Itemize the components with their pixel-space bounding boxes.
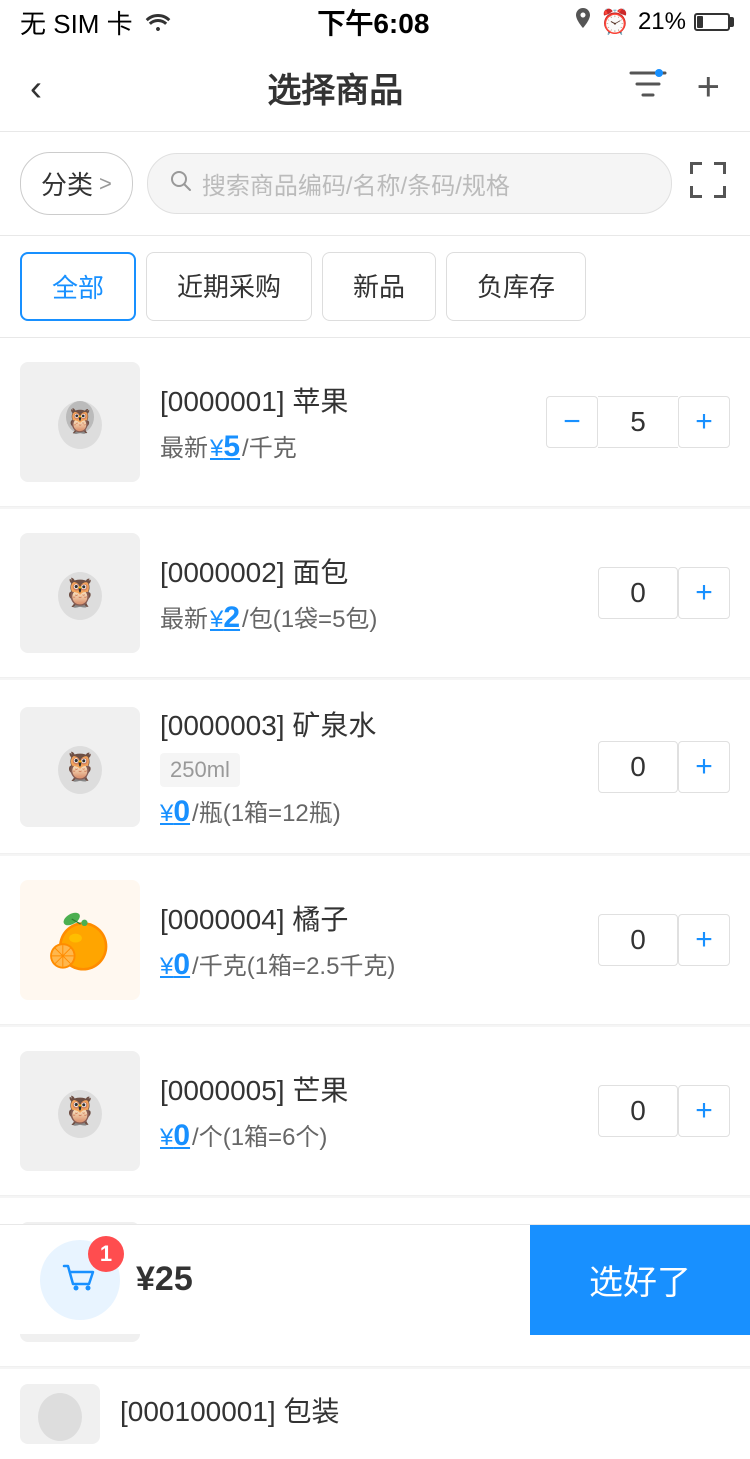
price-label: 最新: [160, 428, 208, 463]
qty-input[interactable]: [598, 914, 678, 966]
price-unit: /千克(1箱=2.5千克): [192, 946, 395, 981]
page-title: 选择商品: [267, 63, 403, 112]
product-info: [0000002] 面包 最新 ¥2 /包(1袋=5包): [160, 551, 578, 635]
category-arrow: >: [99, 171, 112, 197]
product-name: [0000002] 面包: [160, 551, 578, 591]
product-item-partial: [000100001] 包装: [0, 1369, 750, 1459]
cart-area: 1 ¥25: [0, 1240, 530, 1320]
category-button[interactable]: 分类 >: [20, 152, 133, 215]
battery-icon: [694, 13, 730, 31]
product-price: ¥0 /个(1箱=6个): [160, 1117, 578, 1153]
product-image: 🦉: [20, 362, 140, 482]
nav-bar: ‹ 选择商品 +: [0, 44, 750, 132]
product-item: 🦉 [0000002] 面包 最新 ¥2 /包(1袋=5包) +: [0, 509, 750, 678]
product-image: 🦉: [20, 707, 140, 827]
product-image: [20, 880, 140, 1000]
product-item: 🦉 [0000001] 苹果 最新 ¥5 /千克 − +: [0, 338, 750, 507]
filter-bar: 分类 > 搜索商品编码/名称/条码/规格: [0, 132, 750, 236]
product-price: ¥0 /瓶(1箱=12瓶): [160, 793, 578, 829]
product-info: [0000003] 矿泉水 250ml ¥0 /瓶(1箱=12瓶): [160, 704, 578, 829]
qty-control: +: [598, 741, 730, 793]
price-unit: /瓶(1箱=12瓶): [192, 793, 341, 828]
qty-input[interactable]: [598, 567, 678, 619]
status-time: 下午6:08: [317, 2, 429, 42]
product-price: ¥0 /千克(1箱=2.5千克): [160, 946, 578, 982]
product-name: [000100001] 包装: [120, 1390, 730, 1430]
product-item: 🦉 [0000003] 矿泉水 250ml ¥0 /瓶(1箱=12瓶) +: [0, 680, 750, 854]
product-image: 🦉: [20, 533, 140, 653]
back-button[interactable]: ‹: [30, 67, 42, 109]
price-unit: /包(1袋=5包): [242, 599, 377, 634]
svg-text:🦉: 🦉: [63, 751, 98, 783]
product-price: 最新 ¥2 /包(1袋=5包): [160, 599, 578, 635]
qty-control: − +: [546, 396, 730, 448]
qty-plus-button[interactable]: +: [678, 1085, 730, 1137]
product-info: [0000001] 苹果 最新 ¥5 /千克: [160, 380, 526, 464]
status-left: 无 SIM 卡: [20, 4, 173, 41]
cart-icon[interactable]: 1: [40, 1240, 120, 1320]
product-info: [0000004] 橘子 ¥0 /千克(1箱=2.5千克): [160, 898, 578, 982]
status-right: ⏰ 21%: [574, 8, 730, 37]
product-image: 🦉: [20, 1051, 140, 1171]
search-box[interactable]: 搜索商品编码/名称/条码/规格: [147, 153, 672, 214]
alarm-icon: ⏰: [600, 8, 630, 37]
product-info: [0000005] 芒果 ¥0 /个(1箱=6个): [160, 1069, 578, 1153]
product-image: [20, 1384, 100, 1444]
filter-icon[interactable]: [629, 67, 667, 108]
confirm-button[interactable]: 选好了: [530, 1225, 750, 1335]
product-price: 最新 ¥5 /千克: [160, 428, 526, 464]
qty-plus-button[interactable]: +: [678, 567, 730, 619]
nav-actions: +: [629, 65, 720, 110]
qty-input[interactable]: [598, 396, 678, 448]
search-placeholder: 搜索商品编码/名称/条码/规格: [202, 166, 510, 201]
qty-input[interactable]: [598, 741, 678, 793]
search-icon: [168, 168, 192, 199]
tab-all[interactable]: 全部: [20, 252, 136, 321]
add-button[interactable]: +: [697, 65, 720, 110]
tab-negative[interactable]: 负库存: [446, 252, 586, 321]
qty-plus-button[interactable]: +: [678, 741, 730, 793]
product-name: [0000004] 橘子: [160, 898, 578, 938]
scan-icon[interactable]: [686, 158, 730, 209]
product-name: [0000005] 芒果: [160, 1069, 578, 1109]
qty-minus-button[interactable]: −: [546, 396, 598, 448]
svg-text:🦉: 🦉: [63, 1095, 98, 1127]
cart-total: ¥25: [136, 1260, 193, 1299]
svg-text:🦉: 🦉: [65, 408, 95, 435]
tab-recent[interactable]: 近期采购: [146, 252, 312, 321]
qty-plus-button[interactable]: +: [678, 396, 730, 448]
product-name: [0000001] 苹果: [160, 380, 526, 420]
status-bar: 无 SIM 卡 下午6:08 ⏰ 21%: [0, 0, 750, 44]
qty-control: +: [598, 1085, 730, 1137]
price-label: 最新: [160, 599, 208, 634]
svg-text:🦉: 🦉: [63, 577, 98, 609]
carrier-text: 无 SIM 卡: [20, 4, 133, 41]
tab-new[interactable]: 新品: [322, 252, 436, 321]
cart-badge: 1: [88, 1236, 124, 1272]
product-item: [0000004] 橘子 ¥0 /千克(1箱=2.5千克) +: [0, 856, 750, 1025]
qty-plus-button[interactable]: +: [678, 914, 730, 966]
bottom-bar: 1 ¥25 选好了: [0, 1224, 750, 1334]
qty-control: +: [598, 567, 730, 619]
category-label: 分类: [41, 165, 93, 202]
price-unit: /千克: [242, 428, 297, 463]
qty-input[interactable]: [598, 1085, 678, 1137]
battery-percent: 21%: [638, 8, 686, 36]
tabs-bar: 全部 近期采购 新品 负库存: [0, 236, 750, 338]
qty-control: +: [598, 914, 730, 966]
wifi-icon: [143, 7, 173, 38]
price-unit: /个(1箱=6个): [192, 1117, 327, 1152]
product-name: [0000003] 矿泉水: [160, 704, 578, 744]
product-info: [000100001] 包装: [120, 1390, 730, 1438]
product-spec: 250ml: [160, 753, 240, 787]
location-icon: [574, 8, 592, 37]
product-item: 🦉 [0000005] 芒果 ¥0 /个(1箱=6个) +: [0, 1027, 750, 1196]
